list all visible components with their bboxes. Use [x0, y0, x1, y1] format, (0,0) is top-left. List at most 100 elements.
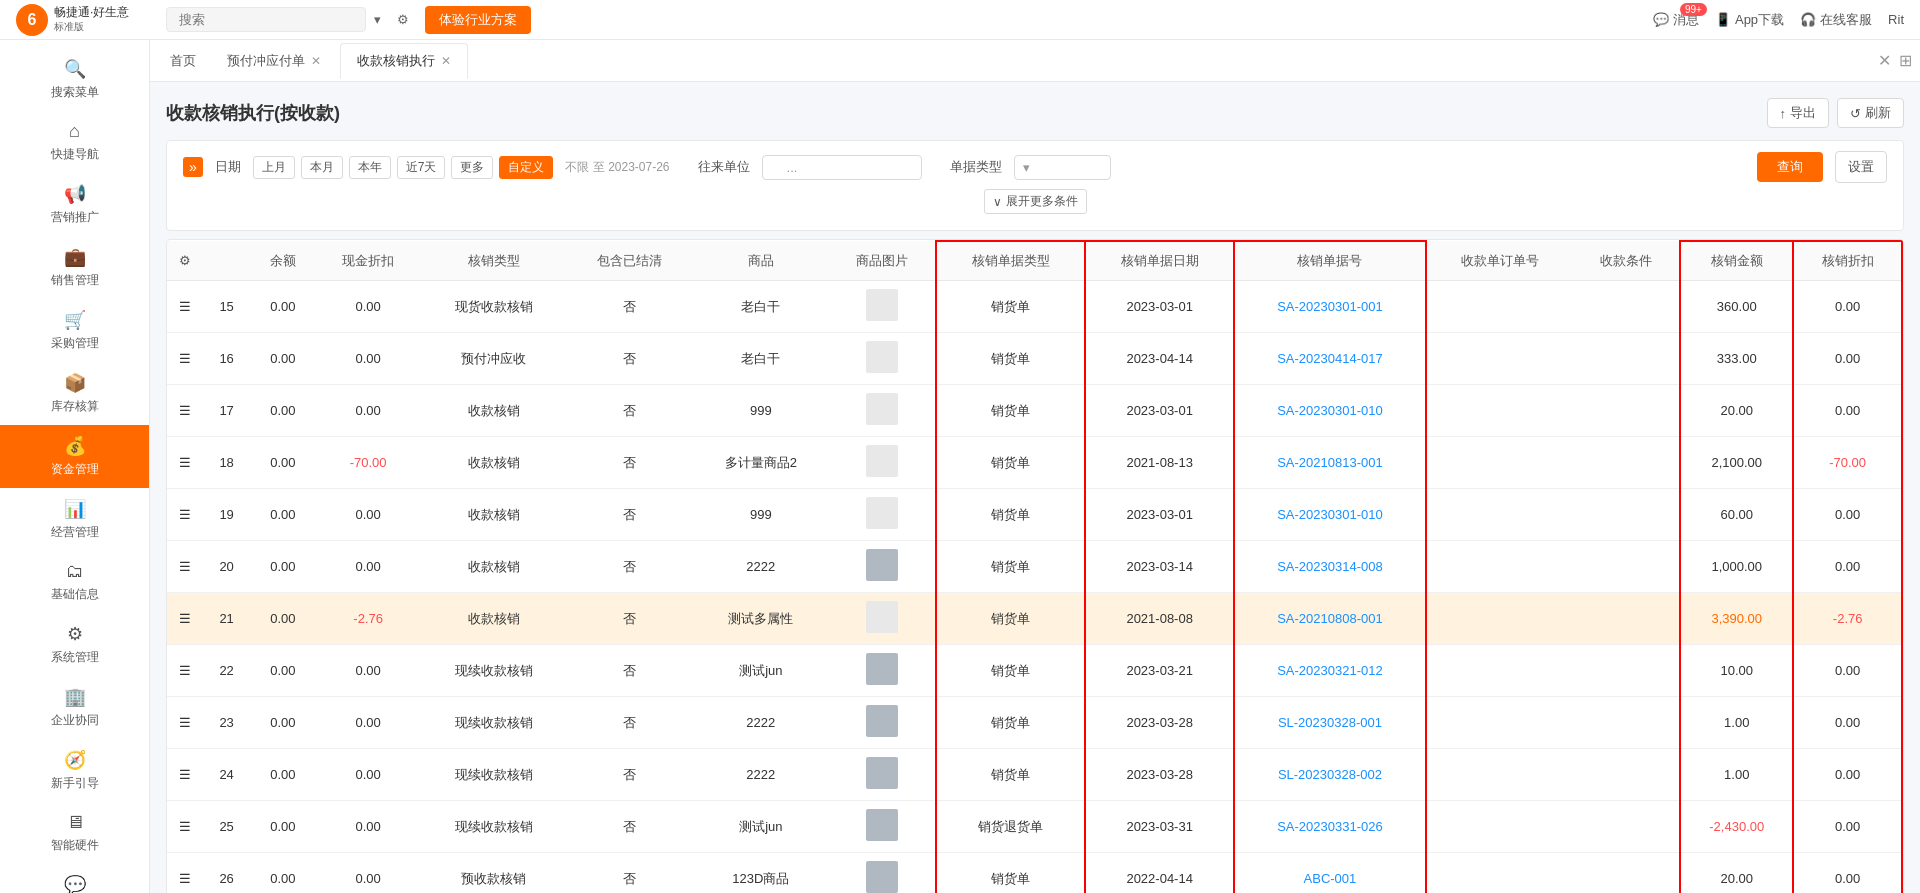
td-verify-type: 收款核销	[421, 593, 567, 645]
tab-expand-icon[interactable]: ⊞	[1899, 51, 1912, 70]
table-row[interactable]: ☰ 20 0.00 0.00 收款核销 否 2222 销货单 2023-03-1…	[167, 541, 1902, 593]
app-download-button[interactable]: 📱 App下载	[1715, 11, 1784, 29]
solution-button[interactable]: 体验行业方案	[425, 6, 531, 34]
top-bar-right: 💬 消息 99+ 📱 App下载 🎧 在线客服 Rit	[1653, 11, 1904, 29]
query-button[interactable]: 查询	[1757, 152, 1823, 182]
bill-no-link[interactable]: SA-20230331-026	[1277, 819, 1383, 834]
td-settings[interactable]: ☰	[167, 697, 203, 749]
sidebar-item-corp[interactable]: 🏢企业协同	[0, 676, 149, 739]
dropdown-arrow-icon[interactable]: ▾	[374, 12, 381, 27]
bill-no-link[interactable]: SA-20230314-008	[1277, 559, 1383, 574]
td-settings[interactable]: ☰	[167, 645, 203, 697]
sales-icon: 💼	[64, 246, 86, 268]
sidebar-item-purchase[interactable]: 🛒采购管理	[0, 299, 149, 362]
date-btn-this-year[interactable]: 本年	[349, 156, 391, 179]
td-balance: 0.00	[250, 541, 315, 593]
sidebar-item-marketing[interactable]: 📢营销推广	[0, 173, 149, 236]
bill-no-link[interactable]: SL-20230328-002	[1278, 767, 1382, 782]
tab-prepay[interactable]: 预付冲应付单 ✕	[210, 43, 338, 78]
table-row[interactable]: ☰ 25 0.00 0.00 现续收款核销 否 测试jun 销货退货单 2023…	[167, 801, 1902, 853]
td-goods: 123D商品	[692, 853, 829, 894]
td-seq: 16	[203, 333, 250, 385]
td-included-settled: 否	[567, 749, 693, 801]
counterparty-input[interactable]: ...	[762, 155, 922, 180]
td-bill-date: 2023-03-01	[1085, 385, 1234, 437]
export-button[interactable]: ↑ 导出	[1767, 98, 1830, 128]
sidebar-item-operation[interactable]: 📊经营管理	[0, 488, 149, 551]
sidebar-item-system[interactable]: ⚙系统管理	[0, 613, 149, 676]
bill-no-link[interactable]: SA-20230321-012	[1277, 663, 1383, 678]
td-cash-discount: -70.00	[315, 437, 420, 489]
sidebar-item-wechat[interactable]: 💬企业微信	[0, 864, 149, 893]
table-row[interactable]: ☰ 18 0.00 -70.00 收款核销 否 多计量商品2 销货单 2021-…	[167, 437, 1902, 489]
td-seq: 17	[203, 385, 250, 437]
bill-no-link[interactable]: SA-20210813-001	[1277, 455, 1383, 470]
sidebar-item-finance[interactable]: 💰资金管理	[0, 425, 149, 488]
sidebar-item-basic[interactable]: 🗂基础信息	[0, 551, 149, 613]
tab-close-all-icon[interactable]: ✕	[1878, 51, 1891, 70]
tab-receivables[interactable]: 收款核销执行 ✕	[340, 43, 468, 79]
table-row[interactable]: ☰ 19 0.00 0.00 收款核销 否 999 销货单 2023-03-01…	[167, 489, 1902, 541]
tab-prepay-close[interactable]: ✕	[311, 54, 321, 68]
expand-row: ∨ 展开更多条件	[183, 189, 1887, 214]
filter-expand-arrow[interactable]: »	[183, 157, 203, 177]
date-btn-last-month[interactable]: 上月	[253, 156, 295, 179]
search-input[interactable]	[166, 7, 366, 32]
settings-button[interactable]: 设置	[1835, 151, 1887, 183]
table-row[interactable]: ☰ 15 0.00 0.00 现货收款核销 否 老白干 销货单 2023-03-…	[167, 281, 1902, 333]
online-service-label: 在线客服	[1820, 11, 1872, 29]
date-btn-custom[interactable]: 自定义	[499, 156, 553, 179]
expand-conditions-button[interactable]: ∨ 展开更多条件	[984, 189, 1087, 214]
gear-icon[interactable]: ⚙	[389, 6, 417, 34]
date-btn-this-month[interactable]: 本月	[301, 156, 343, 179]
bill-type-select[interactable]: ▾	[1014, 155, 1111, 180]
td-settings[interactable]: ☰	[167, 853, 203, 894]
bill-no-link[interactable]: SA-20230301-001	[1277, 299, 1383, 314]
tab-bar-right: ✕ ⊞	[1878, 51, 1912, 70]
table-row[interactable]: ☰ 24 0.00 0.00 现续收款核销 否 2222 销货单 2023-03…	[167, 749, 1902, 801]
refresh-button[interactable]: ↺ 刷新	[1837, 98, 1904, 128]
td-bill-date: 2023-03-31	[1085, 801, 1234, 853]
th-seq	[203, 241, 250, 281]
td-bill-report-type: 销货单	[936, 281, 1085, 333]
td-settings[interactable]: ☰	[167, 749, 203, 801]
online-service-button[interactable]: 🎧 在线客服	[1800, 11, 1872, 29]
tab-receivables-close[interactable]: ✕	[441, 54, 451, 68]
table-row[interactable]: ☰ 16 0.00 0.00 预付冲应收 否 老白干 销货单 2023-04-1…	[167, 333, 1902, 385]
bill-no-link[interactable]: SL-20230328-001	[1278, 715, 1382, 730]
td-settings[interactable]: ☰	[167, 489, 203, 541]
table-row[interactable]: ☰ 23 0.00 0.00 现续收款核销 否 2222 销货单 2023-03…	[167, 697, 1902, 749]
td-settings[interactable]: ☰	[167, 385, 203, 437]
td-settings[interactable]: ☰	[167, 593, 203, 645]
bill-no-link[interactable]: SA-20230301-010	[1277, 403, 1383, 418]
sidebar-item-search[interactable]: 🔍搜索菜单	[0, 48, 149, 111]
bill-no-link[interactable]: SA-20210808-001	[1277, 611, 1383, 626]
message-button[interactable]: 💬 消息 99+	[1653, 11, 1699, 29]
td-settings[interactable]: ☰	[167, 281, 203, 333]
td-settings[interactable]: ☰	[167, 437, 203, 489]
table-row[interactable]: ☰ 17 0.00 0.00 收款核销 否 999 销货单 2023-03-01…	[167, 385, 1902, 437]
sidebar-item-sales[interactable]: 💼销售管理	[0, 236, 149, 299]
sidebar-item-hardware[interactable]: 🖥智能硬件	[0, 802, 149, 864]
sidebar-item-inventory[interactable]: 📦库存核算	[0, 362, 149, 425]
table-wrapper[interactable]: ⚙ 余额 现金折扣 核销类型 包含已结清 商品 商品图片 核销单据类型 核销单据…	[167, 240, 1903, 893]
bill-no-link[interactable]: ABC-001	[1304, 871, 1357, 886]
td-balance: 0.00	[250, 853, 315, 894]
sidebar-item-guide[interactable]: 🧭新手引导	[0, 739, 149, 802]
date-btn-7days[interactable]: 近7天	[397, 156, 446, 179]
td-settings[interactable]: ☰	[167, 541, 203, 593]
td-settings[interactable]: ☰	[167, 801, 203, 853]
table-row[interactable]: ☰ 21 0.00 -2.76 收款核销 否 测试多属性 销货单 2021-08…	[167, 593, 1902, 645]
bill-no-link[interactable]: SA-20230301-010	[1277, 507, 1383, 522]
user-name[interactable]: Rit	[1888, 12, 1904, 27]
table-row[interactable]: ☰ 26 0.00 0.00 预收款核销 否 123D商品 销货单 2022-0…	[167, 853, 1902, 894]
tab-home[interactable]: 首页	[158, 44, 208, 78]
td-settings[interactable]: ☰	[167, 333, 203, 385]
counterparty-label: 往来单位	[698, 158, 750, 176]
td-receipt-order-no	[1426, 593, 1573, 645]
bill-no-link[interactable]: SA-20230414-017	[1277, 351, 1383, 366]
table-row[interactable]: ☰ 22 0.00 0.00 现续收款核销 否 测试jun 销货单 2023-0…	[167, 645, 1902, 697]
sidebar-item-shortcut[interactable]: ⌂快捷导航	[0, 111, 149, 173]
td-bill-date: 2021-08-08	[1085, 593, 1234, 645]
date-btn-more[interactable]: 更多	[451, 156, 493, 179]
